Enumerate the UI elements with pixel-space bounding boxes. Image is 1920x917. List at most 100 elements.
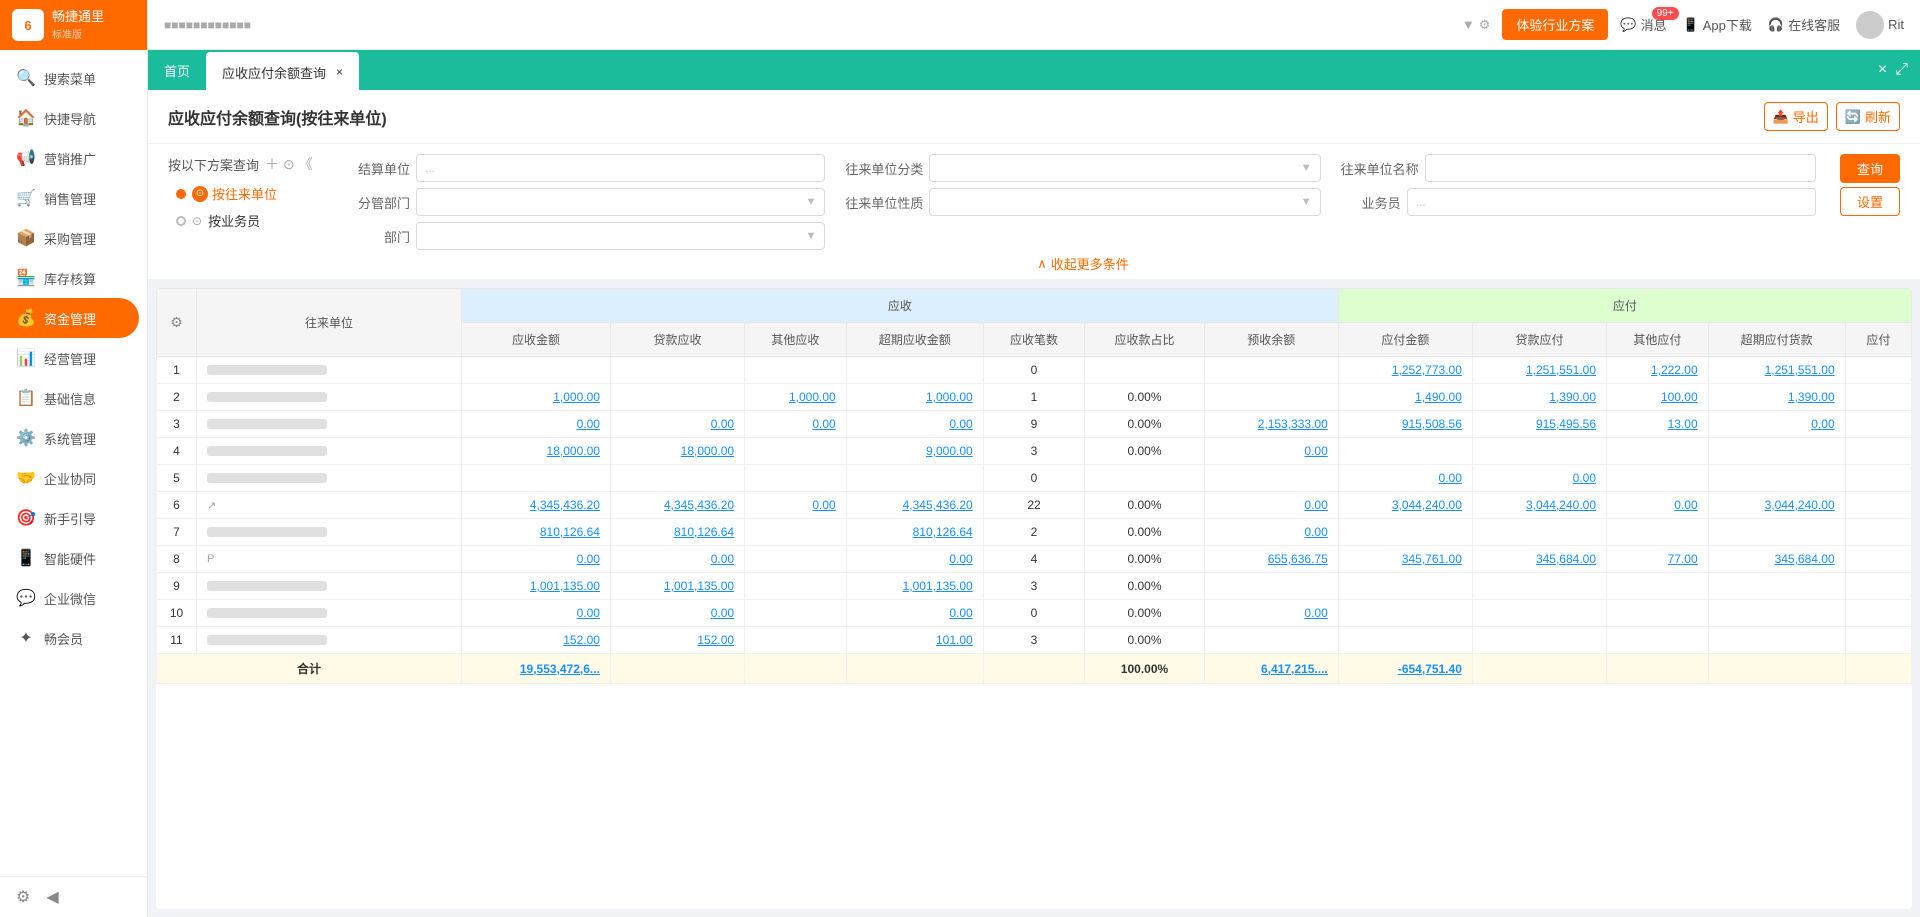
row-ys-je[interactable]: 152.00 [462,627,611,654]
row-ys-cq[interactable]: 0.00 [846,600,983,627]
row-yf-je[interactable]: 345,761.00 [1338,546,1472,573]
row-ys-qt[interactable]: 0.00 [745,492,847,519]
row-ys-qt[interactable] [745,546,847,573]
row-yf-dk[interactable] [1472,519,1606,546]
row-yf-je[interactable]: 1,252,773.00 [1338,357,1472,384]
row-yf-dk[interactable] [1472,600,1606,627]
row-ys-qt[interactable]: 1,000.00 [745,384,847,411]
row-ys-cq[interactable]: 0.00 [846,546,983,573]
row-ys-dk[interactable]: 810,126.64 [610,519,744,546]
row-ys-qt[interactable] [745,627,847,654]
sidebar-item-sales[interactable]: 🛒 销售管理 [0,178,147,218]
tab-home[interactable]: 首页 [148,50,206,90]
row-ys-je[interactable]: 0.00 [462,411,611,438]
row-yf-dk[interactable] [1472,573,1606,600]
sidebar-item-capital[interactable]: 💰 资金管理 [0,298,139,338]
row-ys-dk[interactable]: 0.00 [610,546,744,573]
staff-input[interactable]: ... [1407,188,1816,216]
sidebar-item-operation[interactable]: 📊 经营管理 [0,338,147,378]
row-yf-dk[interactable]: 0.00 [1472,465,1606,492]
row-yf-cq[interactable]: 345,684.00 [1708,546,1845,573]
collapse-left-icon[interactable]: 《 [299,154,313,174]
settings-button[interactable]: 设置 [1840,187,1900,216]
row-yf-cq[interactable]: 0.00 [1708,411,1845,438]
nav-settings-icon[interactable]: ⚙ [1479,17,1491,33]
row-ys-yj[interactable]: 0.00 [1204,600,1338,627]
row-yf-qt[interactable] [1607,438,1709,465]
row-yf-qt[interactable] [1607,519,1709,546]
row-ys-yj[interactable]: 0.00 [1204,438,1338,465]
row-yf-cq[interactable]: 3,044,240.00 [1708,492,1845,519]
row-ys-dk[interactable] [610,384,744,411]
row-yf-je[interactable]: 3,044,240.00 [1338,492,1472,519]
row-ys-cq[interactable]: 810,126.64 [846,519,983,546]
option-by-unit[interactable]: ⊙ 按往来单位 [168,180,338,207]
wanglai-type-input[interactable]: ▼ [929,154,1320,182]
row-ys-je[interactable]: 0.00 [462,600,611,627]
row-ys-yj[interactable]: 2,153,333.00 [1204,411,1338,438]
row-yf-je[interactable]: 1,490.00 [1338,384,1472,411]
row-yf-qt[interactable]: 0.00 [1607,492,1709,519]
message-button[interactable]: 💬 消息 99+ [1620,15,1666,34]
row-yf-je[interactable]: 915,508.56 [1338,411,1472,438]
row-ys-qt[interactable] [745,600,847,627]
sidebar-item-wechat[interactable]: 💬 企业微信 [0,578,147,618]
nav-dropdown-icon[interactable]: ▼ [1462,17,1475,32]
sidebar-item-hardware[interactable]: 📱 智能硬件 [0,538,147,578]
online-service-button[interactable]: 🎧 在线客服 [1768,15,1840,34]
row-ys-je[interactable]: 18,000.00 [462,438,611,465]
window-expand-icon[interactable]: ⤢ [1895,61,1908,79]
row-ys-je[interactable] [462,465,611,492]
row-yf-cq[interactable] [1708,600,1845,627]
row-ys-qt[interactable]: 0.00 [745,411,847,438]
collapse-icon[interactable]: ◀ [46,887,58,907]
row-ys-yj[interactable]: 655,636.75 [1204,546,1338,573]
sidebar-item-corp[interactable]: 🤝 企业协同 [0,458,147,498]
export-button[interactable]: 📤 导出 [1764,102,1828,131]
total-ys-je[interactable]: 19,553,472,6... [462,654,611,684]
row-yf-cq[interactable] [1708,519,1845,546]
row-yf-cq[interactable] [1708,627,1845,654]
wanglai-name-input[interactable] [1425,154,1816,182]
row-yf-qt[interactable]: 77.00 [1607,546,1709,573]
row-yf-cq[interactable] [1708,465,1845,492]
sidebar-item-system[interactable]: ⚙️ 系统管理 [0,418,147,458]
row-ys-yj[interactable] [1204,384,1338,411]
sidebar-item-nav[interactable]: 🏠 快捷导航 [0,98,147,138]
row-yf-qt[interactable] [1607,600,1709,627]
row-ys-cq[interactable]: 9,000.00 [846,438,983,465]
collapse-button[interactable]: ∧ 收起更多条件 [1037,254,1129,273]
sidebar-item-basic[interactable]: 📋 基础信息 [0,378,147,418]
window-close-icon[interactable]: × [1878,61,1887,79]
table-gear-icon[interactable]: ⚙ [170,314,183,330]
sidebar-item-vip[interactable]: ✦ 畅会员 [0,618,147,658]
jiesuan-input[interactable]: ... [416,154,825,182]
row-ys-cq[interactable] [846,357,983,384]
row-yf-cq[interactable]: 1,390.00 [1708,384,1845,411]
row-yf-dk[interactable]: 1,390.00 [1472,384,1606,411]
row-ys-dk[interactable]: 4,345,436.20 [610,492,744,519]
row-yf-dk[interactable] [1472,627,1606,654]
row-yf-qt[interactable] [1607,465,1709,492]
row-yf-je[interactable] [1338,573,1472,600]
user-menu[interactable]: Rit [1856,11,1904,39]
row-ys-yj[interactable] [1204,465,1338,492]
row-ys-je[interactable]: 1,001,135.00 [462,573,611,600]
row-ys-dk[interactable]: 0.00 [610,411,744,438]
row-ys-yj[interactable] [1204,357,1338,384]
row-yf-dk[interactable]: 3,044,240.00 [1472,492,1606,519]
row-yf-dk[interactable]: 345,684.00 [1472,546,1606,573]
row-ys-qt[interactable] [745,519,847,546]
solution-button[interactable]: 体验行业方案 [1502,9,1608,40]
row-ys-qt[interactable] [745,573,847,600]
row-ys-cq[interactable]: 4,345,436.20 [846,492,983,519]
add-option-icon[interactable]: ＋ [265,154,279,174]
row-yf-qt[interactable]: 100.00 [1607,384,1709,411]
row-ys-cq[interactable]: 1,001,135.00 [846,573,983,600]
row-ys-yj[interactable] [1204,627,1338,654]
edit-option-icon[interactable]: ⊙ [283,156,295,173]
row-yf-cq[interactable] [1708,573,1845,600]
total-ys-yj[interactable]: 6,417,215.... [1204,654,1338,684]
app-download-button[interactable]: 📱 App下载 [1683,15,1752,34]
row-yf-dk[interactable]: 1,251,551.00 [1472,357,1606,384]
